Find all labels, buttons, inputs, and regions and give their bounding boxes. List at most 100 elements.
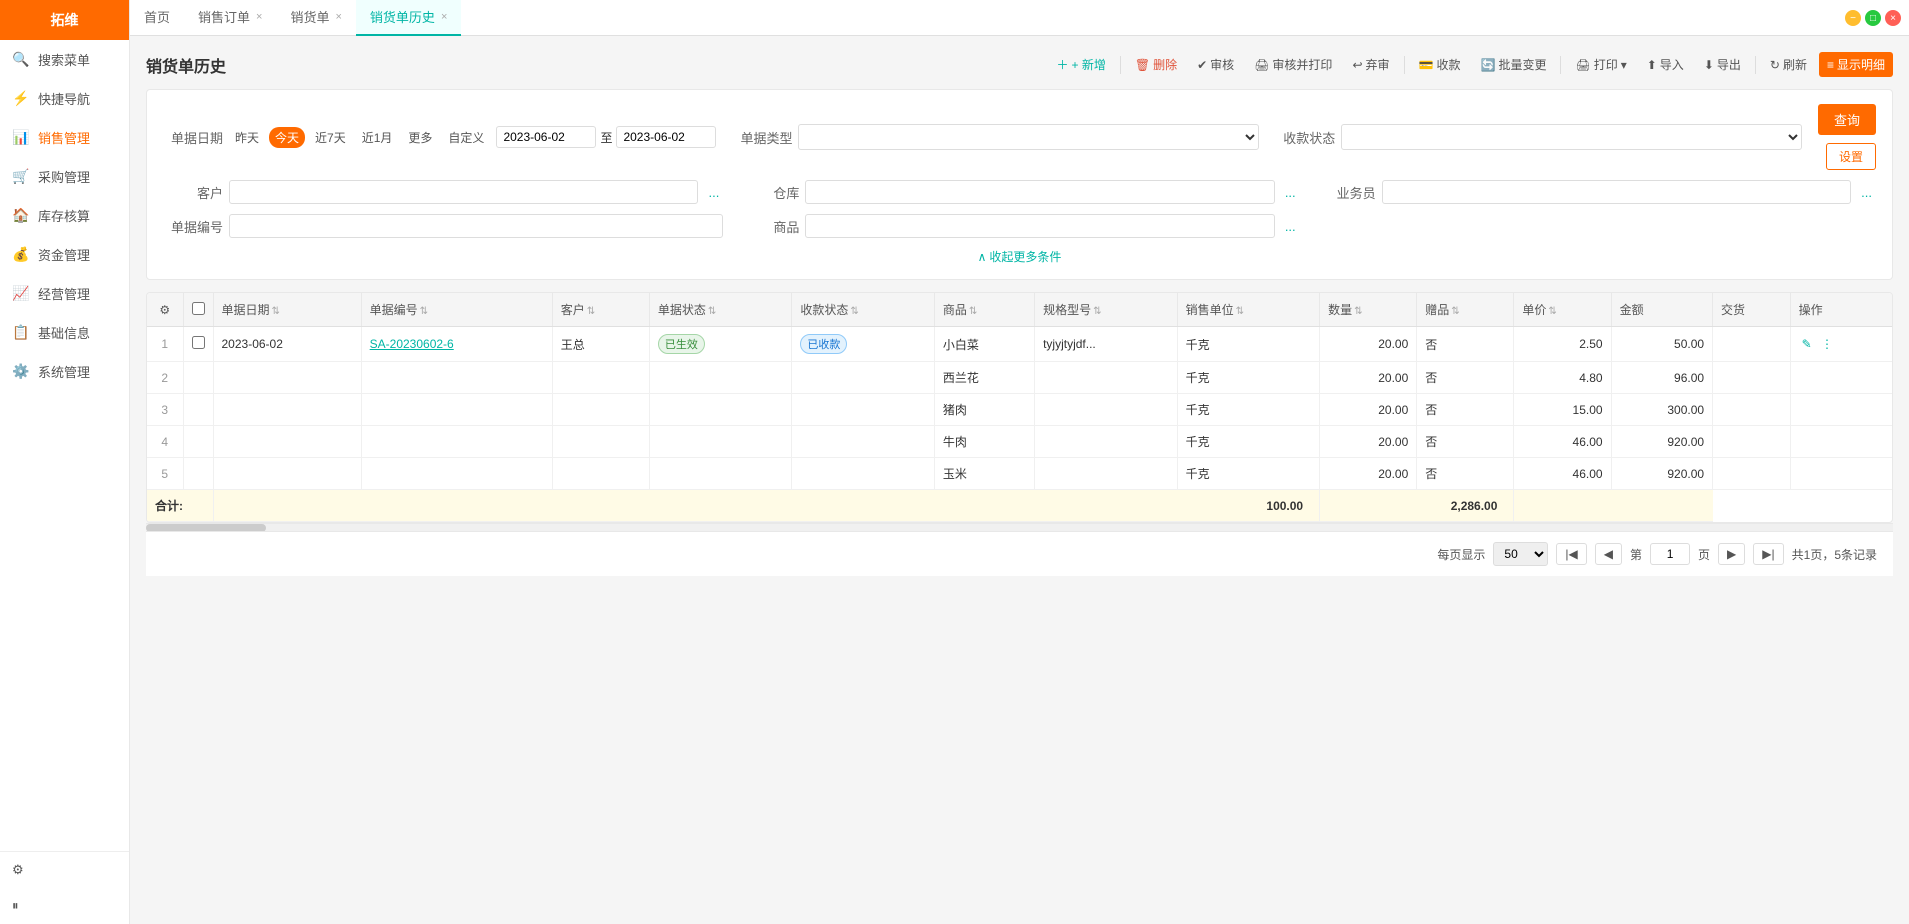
row-checkbox-cell [183,458,213,490]
doc-number-link[interactable]: SA-20230602-6 [370,337,454,351]
review-button[interactable]: ✔ 审核 [1189,52,1242,77]
window-close-button[interactable]: × [1885,10,1901,26]
date-pills: 昨天 今天 近7天 近1月 更多 自定义 [229,127,490,148]
tab-home[interactable]: 首页 [130,0,184,36]
row-doc-date [213,458,361,490]
filter-row-3: 单据编号 商品 ... [163,214,1876,238]
doc-type-select[interactable] [798,124,1259,150]
import-button[interactable]: ⬆ 导入 [1639,52,1692,77]
tab-sales-goods[interactable]: 销货单 × [276,0,355,36]
pill-yesterday[interactable]: 昨天 [229,127,265,148]
warehouse-ellipsis[interactable]: ... [1281,185,1300,200]
date-to-input[interactable] [616,126,716,148]
pill-custom[interactable]: 自定义 [442,127,490,148]
salesperson-input[interactable] [1382,180,1851,204]
row-transaction [1713,394,1791,426]
show-detail-button[interactable]: ≡ 显示明细 [1819,52,1893,77]
review-print-button[interactable]: 🖨 审核并打印 [1246,52,1340,77]
last-page-button[interactable]: ▶| [1753,543,1783,565]
new-button[interactable]: ＋ + 新增 [1049,52,1114,77]
page-number-input[interactable] [1650,543,1690,565]
col-goods[interactable]: 商品⇅ [934,293,1034,327]
pill-today[interactable]: 今天 [269,127,305,148]
filter-row-2: 客户 ... 仓库 ... 业务员 ... [163,180,1876,204]
window-maximize-button[interactable]: □ [1865,10,1881,26]
goods-input[interactable] [805,214,1274,238]
tab-sales-history[interactable]: 销货单历史 × [356,0,461,36]
window-controls: − □ × [1845,0,1901,36]
col-settings[interactable]: ⚙ [147,293,183,327]
col-spec-type[interactable]: 规格型号⇅ [1035,293,1178,327]
customer-label: 客户 [163,183,223,202]
row-amount: 920.00 [1611,458,1712,490]
sidebar-item-inventory[interactable]: 🏠 库存核算 [0,196,129,235]
table-row: 4 牛肉 千克 20.00 否 46.00 920.00 [147,426,1892,458]
sidebar-item-basic-info[interactable]: 📋 基础信息 [0,313,129,352]
filter-goods-item: 商品 ... [739,214,1299,238]
next-page-button[interactable]: ▶ [1718,543,1745,565]
window-minimize-button[interactable]: − [1845,10,1861,26]
col-sales-unit[interactable]: 销售单位⇅ [1177,293,1320,327]
customer-ellipsis[interactable]: ... [704,185,723,200]
col-doc-number[interactable]: 单据编号⇅ [361,293,552,327]
sidebar-item-sales-mgmt[interactable]: 📊 销售管理 [0,118,129,157]
tab-sales-history-close[interactable]: × [441,11,447,23]
col-doc-date[interactable]: 单据日期⇅ [213,293,361,327]
sidebar-item-finance[interactable]: 💰 资金管理 [0,235,129,274]
col-payment-status[interactable]: 收款状态⇅ [792,293,935,327]
date-from-input[interactable] [496,126,596,148]
table-row: 2 西兰花 千克 20.00 否 4.80 96.00 [147,362,1892,394]
goods-ellipsis[interactable]: ... [1281,219,1300,234]
prev-page-button[interactable]: ◀ [1595,543,1622,565]
col-gift[interactable]: 赠品⇅ [1417,293,1514,327]
doc-number-input[interactable] [229,214,723,238]
export-button[interactable]: ⬇ 导出 [1696,52,1749,77]
collapse-filter-button[interactable]: ∧ 收起更多条件 [163,248,1876,265]
select-all-checkbox[interactable] [192,302,205,315]
summary-total-amount: 2,286.00 [1320,490,1514,522]
print-button[interactable]: 🖨 打印 ▾ [1567,52,1634,77]
per-page-select[interactable]: 50 100 [1493,542,1548,566]
col-unit-price[interactable]: 单价⇅ [1514,293,1611,327]
warehouse-input[interactable] [805,180,1274,204]
delete-button[interactable]: 🗑 删除 [1127,52,1185,77]
table-row: 5 玉米 千克 20.00 否 46.00 920.00 [147,458,1892,490]
row-number: 1 [147,327,183,362]
action-编辑[interactable]: ✎ [1799,337,1815,351]
sidebar-item-purchase-mgmt[interactable]: 🛒 采购管理 [0,157,129,196]
tab-sales-order[interactable]: 销售订单 × [184,0,276,36]
sidebar-item-operations[interactable]: 📈 经营管理 [0,274,129,313]
col-doc-status[interactable]: 单据状态⇅ [649,293,792,327]
sidebar-bottom-settings[interactable]: ⚙ [0,852,129,888]
payment-status-select[interactable] [1341,124,1802,150]
col-quantity[interactable]: 数量⇅ [1320,293,1417,327]
pill-1month[interactable]: 近1月 [356,127,399,148]
collect-button[interactable]: 💳 收款 [1411,52,1469,77]
sidebar-bottom-pause[interactable]: ⏸ [0,888,129,924]
query-button[interactable]: 查询 [1818,104,1876,135]
abandon-button[interactable]: ↩ 弃审 [1344,52,1397,77]
sidebar-item-search-menu[interactable]: 🔍 搜索菜单 [0,40,129,79]
row-checkbox[interactable] [192,336,205,349]
sidebar-item-system-mgmt[interactable]: ⚙️ 系统管理 [0,352,129,391]
sidebar-item-quick-nav[interactable]: ⚡ 快捷导航 [0,79,129,118]
review-icon: ✔ [1197,58,1207,72]
salesperson-ellipsis[interactable]: ... [1857,185,1876,200]
col-customer[interactable]: 客户⇅ [552,293,649,327]
print-icon: 🖨 [1575,58,1590,72]
filter-settings-button[interactable]: 设置 [1826,143,1876,170]
first-page-button[interactable]: |◀ [1556,543,1586,565]
row-gift: 否 [1417,362,1514,394]
tab-sales-order-close[interactable]: × [256,11,262,23]
row-number: 2 [147,362,183,394]
horizontal-scrollbar[interactable] [146,523,1893,531]
action-更多[interactable]: ⋮ [1818,337,1836,351]
tab-sales-goods-close[interactable]: × [335,11,341,23]
toolbar-divider-1 [1120,56,1121,74]
batch-change-button[interactable]: 🔄 批量变更 [1472,52,1554,77]
pill-more[interactable]: 更多 [402,127,438,148]
customer-input[interactable] [229,180,698,204]
pill-7days[interactable]: 近7天 [309,127,352,148]
refresh-button[interactable]: ↻ 刷新 [1762,52,1815,77]
summary-row: 合计: 100.00 2,286.00 [147,490,1892,522]
